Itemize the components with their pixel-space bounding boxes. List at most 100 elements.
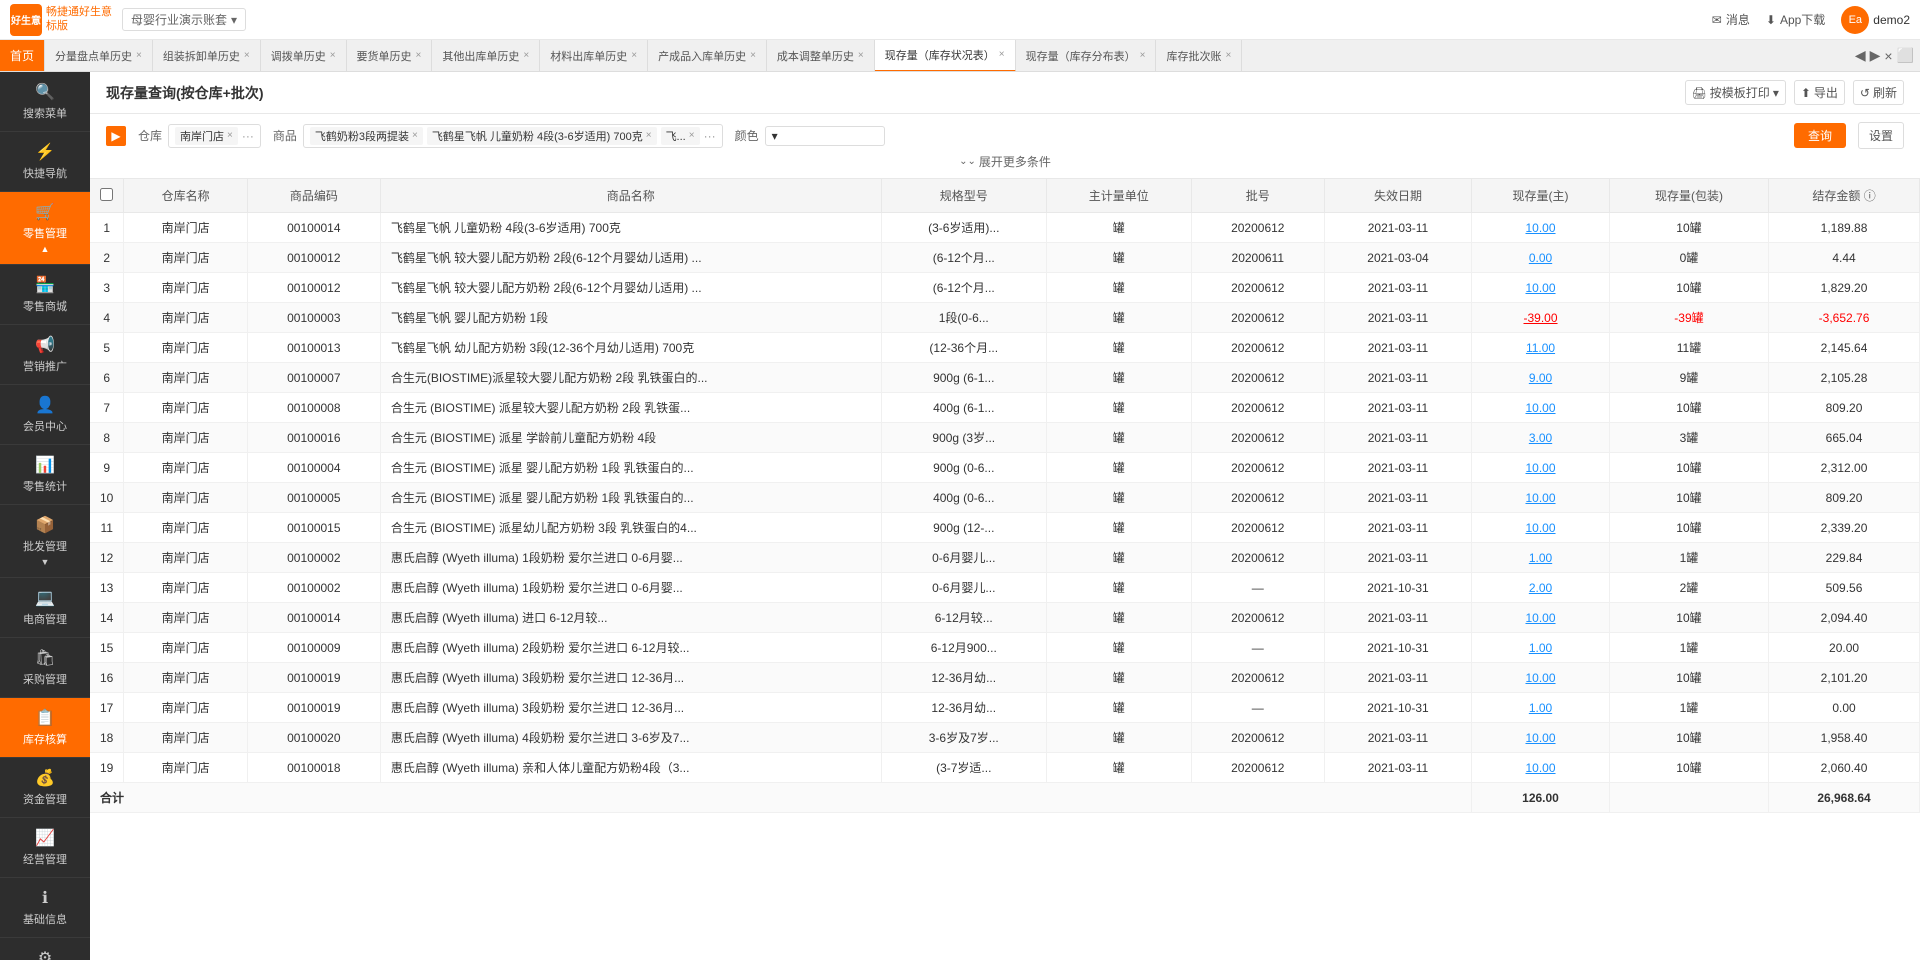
tab-requisition[interactable]: 要货单历史 × — [347, 40, 433, 72]
main-layout: 🔍 搜索菜单 ⚡ 快捷导航 🛒 零售管理 ▲ 🏪 零售商城 📢 营销推广 👤 会… — [0, 72, 1920, 960]
sidebar-item-operation[interactable]: 📈 经营管理 — [0, 818, 90, 878]
retail-icon: 🛒 — [35, 202, 55, 222]
user-area[interactable]: Ea demo2 — [1841, 6, 1910, 34]
tab-other-out[interactable]: 其他出库单历史 × — [432, 40, 540, 72]
row-unit: 罐 — [1046, 693, 1191, 723]
row-qty-main[interactable]: 1.00 — [1472, 633, 1610, 663]
row-qty-main[interactable]: 10.00 — [1472, 483, 1610, 513]
expand-more-btn[interactable]: ⌄⌄ 展开更多条件 — [106, 153, 1904, 170]
sidebar-item-shop[interactable]: 🏪 零售商城 — [0, 265, 90, 325]
search-btn[interactable]: 查询 — [1794, 123, 1846, 148]
tab-split[interactable]: 分量盘点单历史 × — [45, 40, 153, 72]
expand-filter-btn[interactable]: ▶ — [106, 126, 126, 146]
tabs-expand-btn[interactable]: ⬜ — [1897, 47, 1914, 64]
row-qty-main[interactable]: 10.00 — [1472, 273, 1610, 303]
color-tag-container[interactable]: ▾ — [765, 126, 885, 146]
row-name: 惠氏启醇 (Wyeth illuma) 亲和人体儿童配方奶粉4段（3... — [380, 753, 881, 783]
biz-selector[interactable]: 母婴行业演示账套 ▾ — [122, 8, 246, 31]
row-expire: 2021-10-31 — [1324, 693, 1471, 723]
tab-cost-adjust[interactable]: 成本调整单历史 × — [767, 40, 875, 72]
export-btn[interactable]: ⬆ 导出 — [1794, 80, 1845, 105]
tab-close-other-out[interactable]: × — [523, 50, 529, 61]
row-qty-pkg: 2罐 — [1609, 573, 1768, 603]
remove-warehouse-tag[interactable]: × — [227, 130, 233, 141]
row-code: 00100012 — [247, 243, 380, 273]
message-btn[interactable]: ✉ 消息 — [1712, 11, 1750, 28]
tab-close-material-out[interactable]: × — [631, 50, 637, 61]
tab-close-stock-dist[interactable]: × — [1140, 50, 1146, 61]
warehouse-tag-container[interactable]: 南岸门店 × ··· — [168, 124, 261, 148]
sidebar-item-stat[interactable]: 📊 零售统计 — [0, 445, 90, 505]
row-qty-main[interactable]: 10.00 — [1472, 513, 1610, 543]
row-num: 17 — [90, 693, 124, 723]
row-qty-main[interactable]: 0.00 — [1472, 243, 1610, 273]
data-table: 仓库名称 商品编码 商品名称 规格型号 主计量单位 批号 失效日期 现存量(主)… — [90, 179, 1920, 813]
row-amount: 2,060.40 — [1769, 753, 1920, 783]
sidebar-item-retail[interactable]: 🛒 零售管理 ▲ — [0, 192, 90, 265]
row-qty-main[interactable]: 2.00 — [1472, 573, 1610, 603]
tab-home[interactable]: 首页 — [0, 40, 45, 72]
app-download-btn[interactable]: ⬇ App下载 — [1766, 11, 1825, 28]
tab-close-disassemble[interactable]: × — [244, 50, 250, 61]
tab-close-split[interactable]: × — [136, 50, 142, 61]
row-qty-main[interactable]: 10.00 — [1472, 393, 1610, 423]
refresh-btn[interactable]: ↺ 刷新 — [1853, 80, 1904, 105]
row-qty-main[interactable]: 9.00 — [1472, 363, 1610, 393]
tab-close-adjust[interactable]: × — [330, 50, 336, 61]
sidebar-item-wholesale[interactable]: 📦 批发管理 ▼ — [0, 505, 90, 578]
sidebar-item-finance[interactable]: 💰 资金管理 — [0, 758, 90, 818]
tab-material-out[interactable]: 材料出库单历史 × — [540, 40, 648, 72]
table-row: 8 南岸门店 00100016 合生元 (BIOSTIME) 派星 学龄前儿童配… — [90, 423, 1920, 453]
tab-close-batch[interactable]: × — [1225, 50, 1231, 61]
tab-disassemble[interactable]: 组装拆卸单历史 × — [153, 40, 261, 72]
row-amount: 2,094.40 — [1769, 603, 1920, 633]
tab-adjust[interactable]: 调拨单历史 × — [261, 40, 347, 72]
tabs-close-btn[interactable]: × — [1884, 48, 1892, 64]
remove-product-tag-3[interactable]: × — [689, 130, 695, 141]
row-qty-main[interactable]: 10.00 — [1472, 603, 1610, 633]
row-qty-main[interactable]: 1.00 — [1472, 693, 1610, 723]
sidebar-item-ecom[interactable]: 💻 电商管理 — [0, 578, 90, 638]
tabs-prev-btn[interactable]: ◀ — [1855, 47, 1866, 64]
sidebar-item-system[interactable]: ⚙ 系统管理 — [0, 938, 90, 960]
row-qty-main[interactable]: 10.00 — [1472, 213, 1610, 243]
product-tag-container[interactable]: 飞鹤奶粉3段两提装 × 飞鹤星飞帆 儿童奶粉 4段(3-6岁适用) 700克 ×… — [303, 124, 723, 148]
sidebar-item-purchase[interactable]: 🛍 采购管理 — [0, 638, 90, 698]
tab-stock-status[interactable]: 现存量（库存状况表） × — [875, 40, 1016, 72]
download-icon: ⬇ — [1766, 13, 1776, 27]
warehouse-more[interactable]: ··· — [242, 129, 254, 143]
sidebar-item-stock[interactable]: 📋 库存核算 — [0, 698, 90, 758]
sidebar-item-search[interactable]: 🔍 搜索菜单 — [0, 72, 90, 132]
row-qty-pkg: 10罐 — [1609, 753, 1768, 783]
sidebar-item-member[interactable]: 👤 会员中心 — [0, 385, 90, 445]
tabs-next-btn[interactable]: ▶ — [1870, 47, 1881, 64]
tab-product-in[interactable]: 产成品入库单历史 × — [648, 40, 767, 72]
remove-product-tag-1[interactable]: × — [412, 130, 418, 141]
row-qty-main[interactable]: -39.00 — [1472, 303, 1610, 333]
row-qty-main[interactable]: 3.00 — [1472, 423, 1610, 453]
row-spec: (6-12个月... — [881, 273, 1046, 303]
setting-btn[interactable]: 设置 — [1858, 122, 1904, 149]
print-btn[interactable]: 🖨 按模板打印 ▾ — [1685, 80, 1786, 105]
row-qty-main[interactable]: 1.00 — [1472, 543, 1610, 573]
tab-stock-dist[interactable]: 现存量（库存分布表） × — [1016, 40, 1157, 72]
tab-batch[interactable]: 库存批次账 × — [1156, 40, 1242, 72]
table-row: 17 南岸门店 00100019 惠氏启醇 (Wyeth illuma) 3段奶… — [90, 693, 1920, 723]
tab-close-requisition[interactable]: × — [416, 50, 422, 61]
row-qty-pkg: 10罐 — [1609, 393, 1768, 423]
row-qty-main[interactable]: 11.00 — [1472, 333, 1610, 363]
product-more[interactable]: ··· — [704, 129, 716, 143]
row-qty-main[interactable]: 10.00 — [1472, 453, 1610, 483]
tab-close-stock-status[interactable]: × — [999, 49, 1005, 60]
sidebar-item-marketing[interactable]: 📢 营销推广 — [0, 325, 90, 385]
row-unit: 罐 — [1046, 573, 1191, 603]
tab-close-cost-adjust[interactable]: × — [858, 50, 864, 61]
tab-close-product-in[interactable]: × — [750, 50, 756, 61]
remove-product-tag-2[interactable]: × — [646, 130, 652, 141]
select-all-checkbox[interactable] — [100, 188, 113, 201]
row-qty-main[interactable]: 10.00 — [1472, 753, 1610, 783]
sidebar-item-base[interactable]: ℹ 基础信息 — [0, 878, 90, 938]
row-qty-main[interactable]: 10.00 — [1472, 663, 1610, 693]
sidebar-item-quick[interactable]: ⚡ 快捷导航 — [0, 132, 90, 192]
row-qty-main[interactable]: 10.00 — [1472, 723, 1610, 753]
